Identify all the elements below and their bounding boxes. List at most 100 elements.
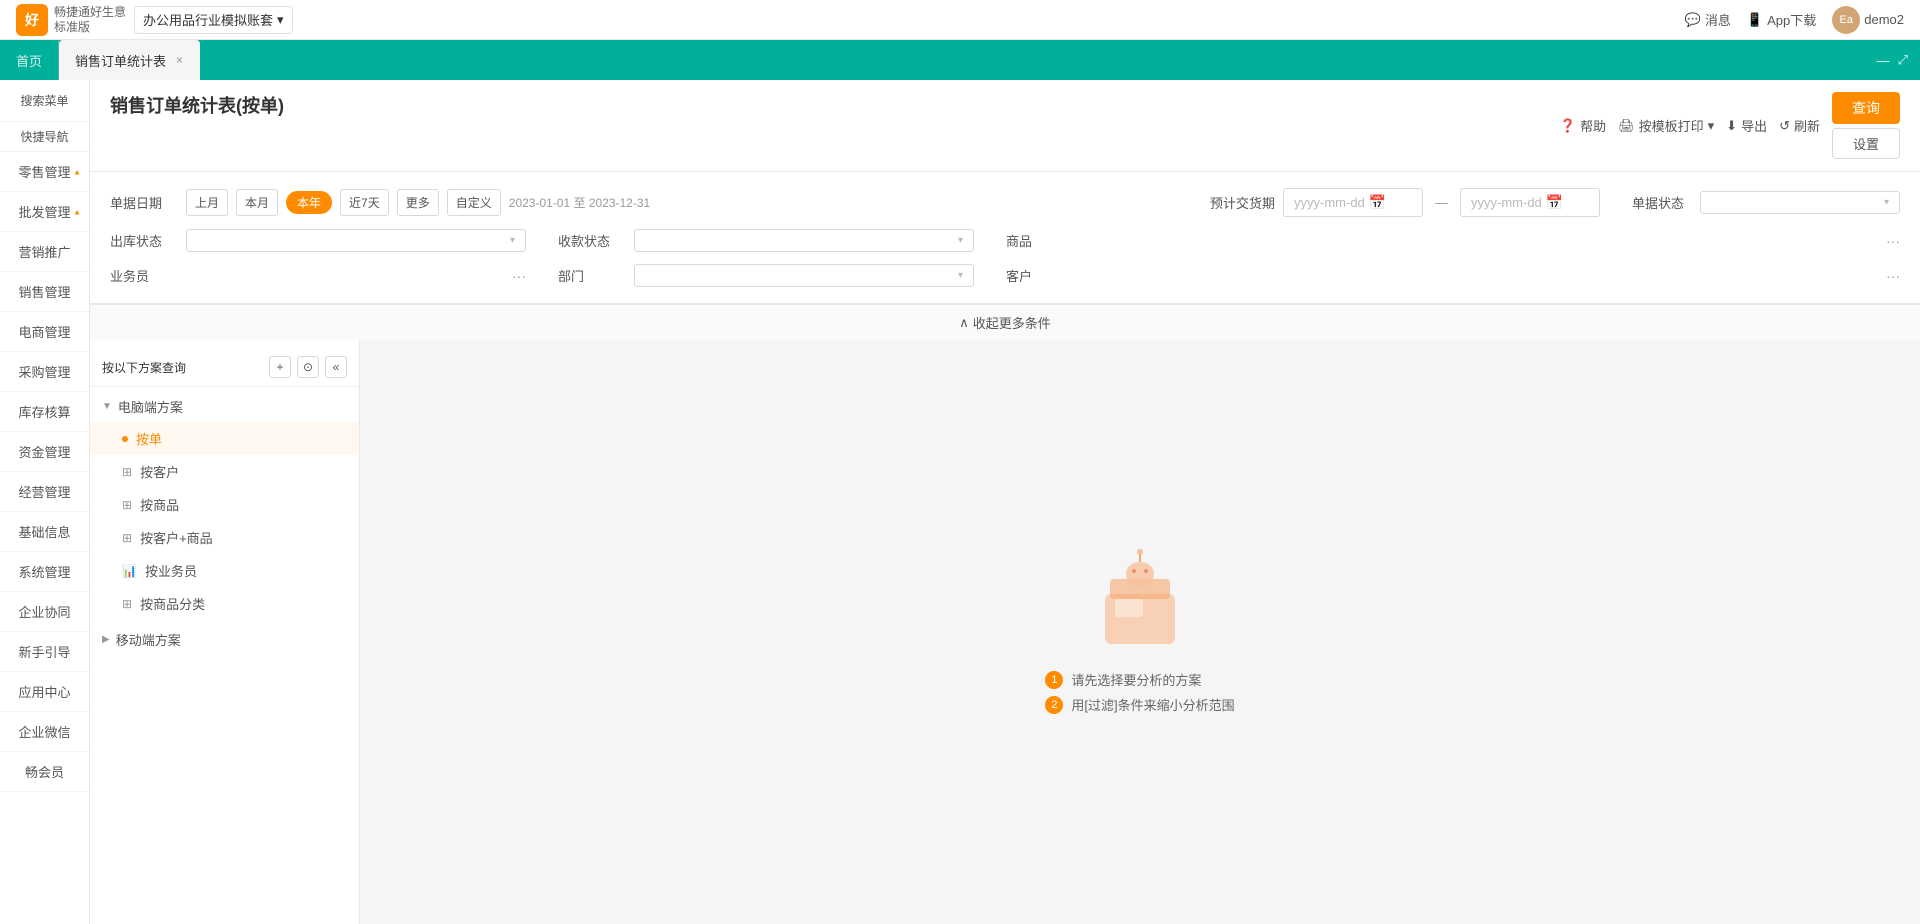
- sidebar-item-label: 批发管理: [18, 202, 70, 221]
- pc-section-header[interactable]: ▼ 电脑端方案: [90, 391, 359, 422]
- logo-icon: 好: [16, 4, 48, 36]
- calendar-start-icon: 📅: [1369, 194, 1386, 211]
- sidebar-item-retail[interactable]: 零售管理: [0, 152, 89, 192]
- date-btn-thisyear[interactable]: 本年: [286, 191, 332, 214]
- salesperson-input-area: ···: [186, 268, 526, 284]
- sidebar-item-corpwechat[interactable]: 企业微信: [0, 712, 89, 752]
- sidebar-item-marketing[interactable]: 营销推广: [0, 232, 89, 272]
- date-btn-custom[interactable]: 自定义: [447, 189, 501, 216]
- sidebar-item-appcenter[interactable]: 应用中心: [0, 672, 89, 712]
- sidebar-item-member[interactable]: 畅会员: [0, 752, 89, 792]
- sidebar-item-basics[interactable]: 基础信息: [0, 512, 89, 552]
- sidebar-item-inventory[interactable]: 库存核算: [0, 392, 89, 432]
- message-button[interactable]: 💬 消息: [1685, 10, 1731, 29]
- date-range-display: 2023-01-01 至 2023-12-31: [509, 194, 650, 211]
- empty-hint-2: 2 用[过滤]条件来缩小分析范围: [1045, 695, 1234, 714]
- tab-sales-order-stats[interactable]: 销售订单统计表 ×: [59, 40, 200, 80]
- export-icon: ⬇: [1726, 118, 1737, 134]
- export-button[interactable]: ⬇ 导出: [1726, 116, 1767, 135]
- top-bar-right: 💬 消息 📱 App下载 Ea demo2: [1685, 6, 1904, 34]
- hint-num-1: 1: [1045, 671, 1063, 689]
- panel-toolbar-title: 按以下方案查询: [102, 359, 263, 376]
- print-button[interactable]: 🖨 按模板打印 ▾: [1618, 116, 1714, 135]
- logo-area: 好 畅捷通好生意 标准版: [16, 4, 126, 36]
- page-header: 销售订单统计表(按单) ❓ 帮助 🖨 按模板打印 ▾ ⬇ 导出 ↺ 刷新: [90, 80, 1920, 172]
- ship-status-select[interactable]: ▾: [186, 229, 526, 252]
- refresh-button[interactable]: ↺ 刷新: [1779, 116, 1820, 135]
- scheme-by-customer[interactable]: ⊞ 按客户: [90, 455, 359, 488]
- split-layout: 按以下方案查询 + ⊙ « ▼ 电脑端方案 按单: [90, 340, 1920, 924]
- scheme-settings-button[interactable]: ⊙: [297, 356, 319, 378]
- date-btn-lastmonth[interactable]: 上月: [186, 189, 228, 216]
- department-select[interactable]: ▾: [634, 264, 974, 287]
- goods-label: 商品: [1006, 231, 1066, 250]
- goods-input-area: ···: [1082, 233, 1900, 249]
- settings-button[interactable]: 设置: [1832, 128, 1900, 159]
- help-button[interactable]: ❓ 帮助: [1560, 116, 1606, 135]
- scheme-by-salesperson[interactable]: 📊 按业务员: [90, 554, 359, 587]
- app-selector[interactable]: 办公用品行业模拟账套 ▾: [134, 6, 293, 34]
- user-profile[interactable]: Ea demo2: [1832, 6, 1904, 34]
- scheme-icon: ⊞: [122, 597, 132, 611]
- sidebar-item-newuser[interactable]: 新手引导: [0, 632, 89, 672]
- window-minimize-icon[interactable]: —: [1877, 53, 1890, 68]
- window-maximize-icon[interactable]: ⤢: [1898, 52, 1908, 68]
- top-bar-left: 好 畅捷通好生意 标准版 办公用品行业模拟账套 ▾: [16, 4, 293, 36]
- mobile-section-header[interactable]: ▶ 移动端方案: [90, 624, 359, 655]
- payment-dropdown-icon: ▾: [958, 235, 963, 246]
- scheme-icon: ⊞: [122, 498, 132, 512]
- empty-illustration: [1080, 544, 1200, 654]
- sidebar-item-finance[interactable]: 资金管理: [0, 432, 89, 472]
- customer-more-icon[interactable]: ···: [1886, 268, 1900, 284]
- page-title: 销售订单统计表(按单): [110, 92, 284, 130]
- panel-collapse-button[interactable]: «: [325, 356, 347, 378]
- date-btn-thismonth[interactable]: 本月: [236, 189, 278, 216]
- add-scheme-button[interactable]: +: [269, 356, 291, 378]
- payment-status-select[interactable]: ▾: [634, 229, 974, 252]
- sidebar-item-system[interactable]: 系统管理: [0, 552, 89, 592]
- sidebar-item-label: 新手引导: [18, 642, 70, 661]
- scheme-by-customer-goods[interactable]: ⊞ 按客户+商品: [90, 521, 359, 554]
- filter-panel: 单据日期 上月 本月 本年 近7天 更多 自定义 2023-01-01 至 20…: [90, 172, 1920, 304]
- sidebar-item-label: 零售管理: [18, 162, 70, 181]
- print-chevron-icon: ▾: [1708, 118, 1715, 134]
- app-download-button[interactable]: 📱 App下载: [1747, 10, 1816, 29]
- quick-nav-button[interactable]: 快捷导航: [0, 122, 89, 152]
- query-button[interactable]: 查询: [1832, 92, 1900, 124]
- sidebar-item-operations[interactable]: 经营管理: [0, 472, 89, 512]
- sidebar-item-wholesale[interactable]: 批发管理: [0, 192, 89, 232]
- goods-more-icon[interactable]: ···: [1886, 233, 1900, 249]
- scheme-by-goods-category[interactable]: ⊞ 按商品分类: [90, 587, 359, 620]
- date-btn-more[interactable]: 更多: [397, 189, 439, 216]
- pc-section-title: 电脑端方案: [118, 397, 183, 416]
- download-icon: 📱: [1747, 12, 1763, 28]
- status-select[interactable]: ▾: [1700, 191, 1900, 214]
- expected-date-start[interactable]: yyyy-mm-dd 📅: [1283, 188, 1423, 217]
- pc-section: ▼ 电脑端方案 按单 ⊞ 按客户 ⊞ 按商品: [90, 391, 359, 620]
- sidebar-item-cooperation[interactable]: 企业协同: [0, 592, 89, 632]
- sidebar-item-ecommerce[interactable]: 电商管理: [0, 312, 89, 352]
- salesperson-label: 业务员: [110, 266, 170, 285]
- refresh-icon: ↺: [1779, 118, 1790, 134]
- mobile-section: ▶ 移动端方案: [90, 624, 359, 655]
- collapse-bar[interactable]: ∧ 收起更多条件: [90, 304, 1920, 340]
- empty-hints: 1 请先选择要分析的方案 2 用[过滤]条件来缩小分析范围: [1045, 670, 1234, 720]
- expected-date-end[interactable]: yyyy-mm-dd 📅: [1460, 188, 1600, 217]
- tab-home[interactable]: 首页: [0, 40, 59, 80]
- sidebar-item-label: 采购管理: [18, 362, 70, 381]
- avatar: Ea: [1832, 6, 1860, 34]
- sidebar-item-sales[interactable]: 销售管理: [0, 272, 89, 312]
- active-dot-icon: [122, 436, 128, 442]
- scheme-icon: ⊞: [122, 531, 132, 545]
- tab-close-icon[interactable]: ×: [176, 53, 183, 67]
- search-menu-button[interactable]: 搜索菜单: [8, 88, 81, 113]
- salesperson-more-icon[interactable]: ···: [512, 268, 526, 284]
- scheme-by-order[interactable]: 按单: [90, 422, 359, 455]
- date-btn-7days[interactable]: 近7天: [340, 189, 389, 216]
- sidebar-item-purchase[interactable]: 采购管理: [0, 352, 89, 392]
- customer-input-area: ···: [1082, 268, 1900, 284]
- date-dash: —: [1431, 195, 1452, 210]
- scheme-by-goods[interactable]: ⊞ 按商品: [90, 488, 359, 521]
- left-analysis-panel: 按以下方案查询 + ⊙ « ▼ 电脑端方案 按单: [90, 340, 360, 924]
- expected-date-label: 预计交货期: [1210, 193, 1275, 212]
